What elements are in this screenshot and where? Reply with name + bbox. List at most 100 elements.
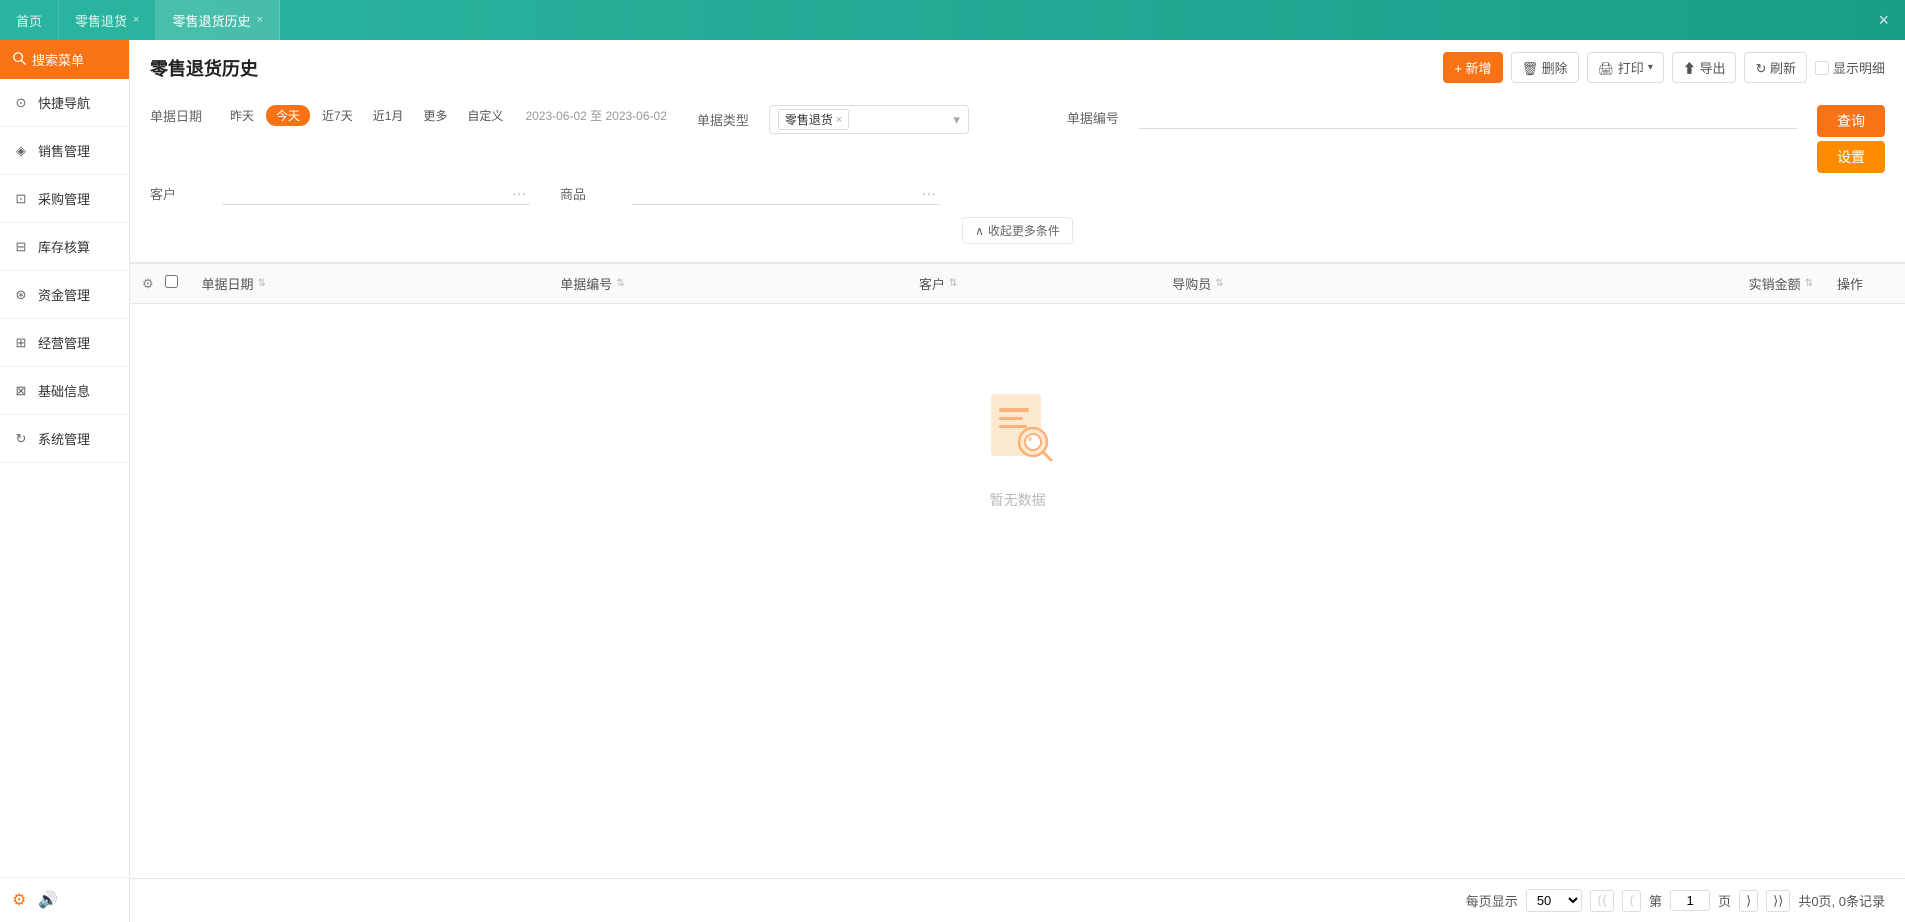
export-button[interactable]: ⬆ 导出	[1672, 52, 1737, 83]
collapse-filter-button[interactable]: ∧ 收起更多条件	[962, 217, 1073, 244]
goods-input-wrap: ···	[632, 181, 940, 205]
tab-home[interactable]: 首页	[0, 0, 59, 40]
th-date: 单据日期 ⇅	[190, 264, 549, 304]
sidebar-search[interactable]: 搜索菜单	[0, 40, 129, 79]
home-icon: ⊙	[12, 94, 30, 112]
customer-dots-icon[interactable]: ···	[512, 185, 526, 201]
filter-area: 单据日期 昨天 今天 近7天 近1月 更多 自定义 2023-06-02 至 2…	[150, 95, 1885, 262]
page-prev-button[interactable]: ⟨	[1622, 890, 1641, 912]
sales-icon: ◈	[12, 142, 30, 160]
customer-input[interactable]	[222, 181, 530, 205]
page-title: 零售退货历史	[150, 55, 258, 81]
search-icon	[12, 51, 26, 68]
print-arrow-icon: ▾	[1648, 62, 1653, 73]
show-detail-toggle[interactable]: 显示明细	[1815, 58, 1885, 77]
date-filter-buttons: 昨天 今天 近7天 近1月 更多 自定义	[222, 105, 511, 126]
sidebar-item-quick-nav[interactable]: ⊙ 快捷导航	[0, 79, 129, 127]
date-filter-label: 单据日期	[150, 106, 210, 125]
date-btn-custom[interactable]: 自定义	[459, 105, 511, 126]
sidebar-bottom: ⚙ 🔊	[0, 877, 129, 922]
goods-dots-icon[interactable]: ···	[922, 185, 936, 201]
bill-num-label: 单据编号	[1067, 108, 1127, 127]
print-button[interactable]: 🖨 打印 ▾	[1587, 52, 1664, 83]
customer-label: 客户	[150, 184, 210, 203]
empty-text: 暂无数据	[990, 490, 1046, 510]
page-title-row: 零售退货历史 + 新增 🗑 删除 🖨 打印 ▾ ⬆ 导出 ↻ 刷新 显示明细	[150, 52, 1885, 83]
sidebar-item-purchase[interactable]: ⊡ 采购管理	[0, 175, 129, 223]
window-close-button[interactable]: ×	[1862, 10, 1905, 31]
table-wrap: ⚙ 单据日期 ⇅ 单据编号 ⇅	[130, 263, 1905, 878]
inventory-icon: ⊟	[12, 238, 30, 256]
main-content: 零售退货历史 + 新增 🗑 删除 🖨 打印 ▾ ⬆ 导出 ↻ 刷新 显示明细	[130, 40, 1905, 922]
tab-retail-return-history-close[interactable]: ×	[256, 14, 262, 26]
date-btn-yesterday[interactable]: 昨天	[222, 105, 262, 126]
th-customer: 客户 ⇅	[907, 264, 1160, 304]
purchase-icon: ⊡	[12, 190, 30, 208]
data-table: ⚙ 单据日期 ⇅ 单据编号 ⇅	[130, 264, 1905, 590]
system-icon: ↻	[12, 430, 30, 448]
empty-icon	[973, 384, 1063, 474]
sidebar-item-system[interactable]: ↻ 系统管理	[0, 415, 129, 463]
sort-guide-icon[interactable]: ⇅	[1215, 278, 1223, 289]
empty-state: 暂无数据	[130, 304, 1905, 590]
th-amount: 实销金额 ⇅	[1466, 264, 1825, 304]
page-header: 零售退货历史 + 新增 🗑 删除 🖨 打印 ▾ ⬆ 导出 ↻ 刷新 显示明细	[130, 40, 1905, 263]
th-action: 操作	[1825, 264, 1905, 304]
sidebar-item-inventory[interactable]: ⊟ 库存核算	[0, 223, 129, 271]
total-label: 共0页, 0条记录	[1798, 891, 1885, 910]
page-unit: 页	[1718, 891, 1731, 910]
sort-date-icon[interactable]: ⇅	[258, 278, 266, 289]
bill-num-input[interactable]	[1139, 105, 1797, 129]
business-icon: ⊞	[12, 334, 30, 352]
date-btn-1month[interactable]: 近1月	[365, 105, 412, 126]
th-guide: 导购员 ⇅	[1160, 264, 1466, 304]
refresh-button[interactable]: ↻ 刷新	[1744, 52, 1807, 83]
sidebar-item-sales[interactable]: ◈ 销售管理	[0, 127, 129, 175]
bill-type-select[interactable]: 零售退货 × ▾	[769, 105, 969, 134]
date-btn-7days[interactable]: 近7天	[314, 105, 361, 126]
sort-customer-icon[interactable]: ⇅	[949, 278, 957, 289]
pagination-bar: 每页显示 20 50 100 ⟨⟨ ⟨ 第 页 ⟩ ⟩⟩ 共0页, 0条记录	[130, 878, 1905, 922]
per-page-select[interactable]: 20 50 100	[1526, 889, 1582, 912]
gear-icon[interactable]: ⚙	[12, 890, 26, 910]
date-btn-more[interactable]: 更多	[415, 105, 455, 126]
query-button[interactable]: 查询	[1817, 105, 1885, 137]
sort-amount-icon[interactable]: ⇅	[1805, 278, 1813, 289]
goods-label: 商品	[560, 184, 620, 203]
customer-input-wrap: ···	[222, 181, 530, 205]
select-all-checkbox[interactable]	[165, 275, 178, 288]
sidebar: 搜索菜单 ⊙ 快捷导航 ◈ 销售管理 ⊡ 采购管理 ⊟ 库存核算 ⊛ 资金管理 …	[0, 40, 130, 922]
collapse-icon: ∧	[975, 224, 984, 238]
goods-input[interactable]	[632, 181, 940, 205]
date-btn-today[interactable]: 今天	[266, 105, 310, 126]
page-label: 第	[1649, 891, 1662, 910]
date-range: 2023-06-02 至 2023-06-02	[525, 107, 666, 124]
table-body: 暂无数据	[130, 304, 1905, 591]
show-detail-checkbox[interactable]	[1815, 61, 1829, 75]
page-number-input[interactable]	[1670, 890, 1710, 911]
delete-button[interactable]: 🗑 删除	[1511, 52, 1579, 83]
info-icon: ⊠	[12, 382, 30, 400]
sidebar-item-basic-info[interactable]: ⊠ 基础信息	[0, 367, 129, 415]
page-first-button[interactable]: ⟨⟨	[1590, 890, 1614, 912]
toolbar: + 新增 🗑 删除 🖨 打印 ▾ ⬆ 导出 ↻ 刷新 显示明细	[1443, 52, 1885, 83]
sidebar-item-finance[interactable]: ⊛ 资金管理	[0, 271, 129, 319]
tab-retail-return[interactable]: 零售退货 ×	[59, 0, 156, 40]
tab-retail-return-close[interactable]: ×	[133, 14, 139, 26]
volume-icon[interactable]: 🔊	[38, 890, 58, 910]
tab-retail-return-history[interactable]: 零售退货历史 ×	[156, 0, 279, 40]
new-button[interactable]: + 新增	[1443, 52, 1502, 83]
bill-type-label: 单据类型	[697, 110, 757, 129]
finance-icon: ⊛	[12, 286, 30, 304]
sidebar-item-business[interactable]: ⊞ 经营管理	[0, 319, 129, 367]
bill-type-tag-close[interactable]: ×	[836, 114, 842, 126]
sort-billnum-icon[interactable]: ⇅	[616, 278, 624, 289]
setting-button[interactable]: 设置	[1817, 141, 1885, 173]
table-settings-icon[interactable]: ⚙	[142, 276, 154, 291]
page-last-button[interactable]: ⟩⟩	[1766, 890, 1790, 912]
tab-list: 首页 零售退货 × 零售退货历史 ×	[0, 0, 1862, 40]
th-checkbox: ⚙	[130, 264, 190, 304]
page-next-button[interactable]: ⟩	[1739, 890, 1758, 912]
top-bar: 首页 零售退货 × 零售退货历史 × ×	[0, 0, 1905, 40]
bill-type-dropdown-icon: ▾	[953, 112, 960, 128]
